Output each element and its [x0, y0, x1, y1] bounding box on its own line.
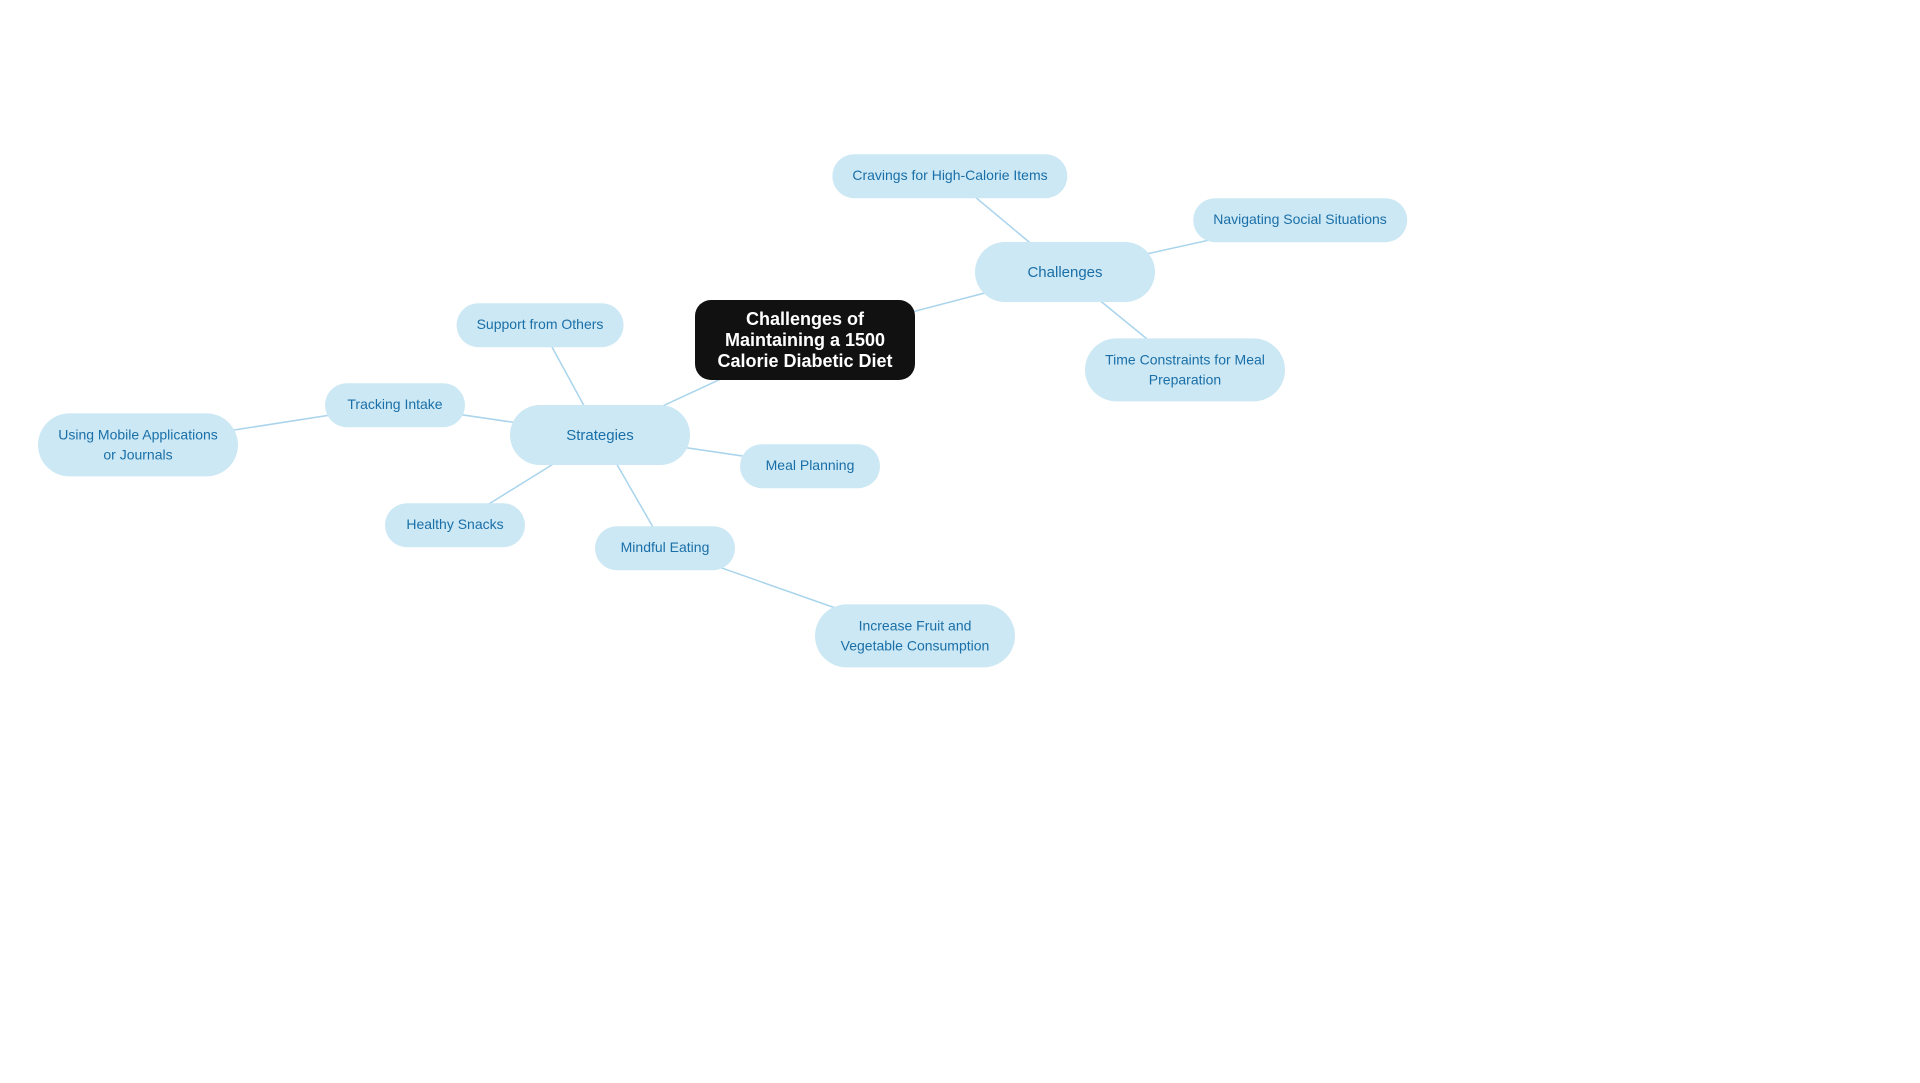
leaf-node-healthy-snacks: Healthy Snacks — [385, 503, 525, 547]
leaf-node-mobile: Using Mobile Applications or Journals — [38, 413, 238, 476]
center-node: Challenges of Maintaining a 1500 Calorie… — [695, 300, 915, 380]
mind-map: Challenges of Maintaining a 1500 Calorie… — [0, 0, 1920, 1083]
leaf-node-increase-fruit: Increase Fruit and Vegetable Consumption — [815, 604, 1015, 667]
leaf-node-meal-planning: Meal Planning — [740, 444, 880, 488]
leaf-node-mindful-eating: Mindful Eating — [595, 526, 735, 570]
branch-node-strategies: Strategies — [510, 405, 690, 465]
leaf-node-time-constraints: Time Constraints for Meal Preparation — [1085, 338, 1285, 401]
leaf-node-cravings: Cravings for High-Calorie Items — [832, 154, 1067, 198]
leaf-node-tracking: Tracking Intake — [325, 383, 465, 427]
leaf-node-navigating: Navigating Social Situations — [1193, 198, 1407, 242]
leaf-node-support: Support from Others — [457, 303, 624, 347]
branch-node-challenges: Challenges — [975, 242, 1155, 302]
